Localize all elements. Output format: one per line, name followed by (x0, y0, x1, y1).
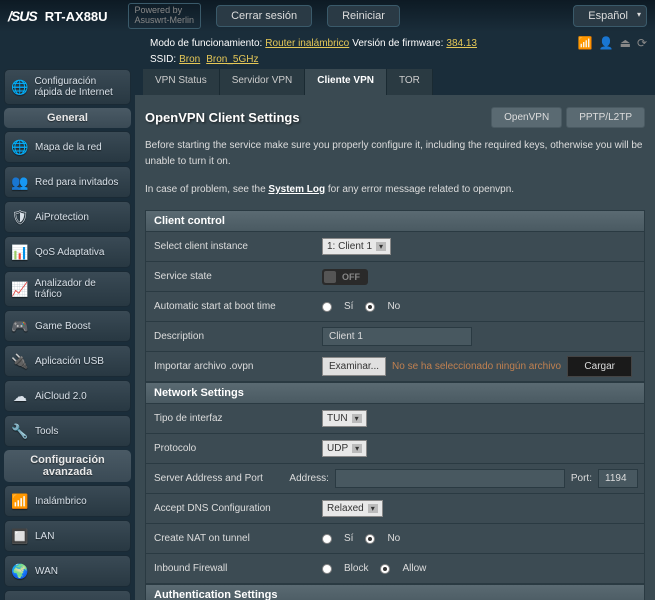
qos-icon: 📊 (11, 243, 29, 261)
sidebar-header-general: General (4, 108, 131, 128)
logout-button[interactable]: Cerrar sesión (216, 5, 312, 27)
tab-vpn-client[interactable]: Cliente VPN (305, 69, 387, 95)
sidebar-item-game[interactable]: 🎮Game Boost (4, 310, 131, 342)
label-description: Description (146, 325, 316, 348)
sidebar-quick-setup[interactable]: 🌐 Configuración rápida de Internet (4, 69, 131, 105)
label-autostart: Automatic start at boot time (146, 295, 316, 318)
sidebar-item-traffic[interactable]: 📈Analizador de tráfico (4, 271, 131, 307)
radio-autostart-no[interactable] (365, 302, 375, 312)
select-iface[interactable]: TUN▾ (322, 410, 367, 427)
language-select[interactable]: Español (573, 5, 647, 27)
sidebar-item-wireless[interactable]: 📶Inalámbrico (4, 485, 131, 517)
model-label: RT-AX88U (45, 9, 108, 24)
map-icon: 🌐 (11, 138, 29, 156)
label-address: Address: (289, 473, 328, 484)
sidebar: 🌐 Configuración rápida de Internet Gener… (0, 69, 135, 600)
sidebar-item-lan[interactable]: 🔲LAN (4, 520, 131, 552)
wireless-icon: 📶 (11, 492, 29, 510)
label-iface: Tipo de interfaz (146, 407, 316, 430)
radio-nat-yes[interactable] (322, 534, 332, 544)
ssid1[interactable]: Bron (179, 54, 200, 65)
sidebar-item-tools[interactable]: 🔧Tools (4, 415, 131, 447)
label-port: Port: (571, 473, 592, 484)
radio-fw-allow[interactable] (380, 564, 390, 574)
user-icon[interactable]: 👤 (599, 36, 614, 50)
label-instance: Select client instance (146, 235, 316, 258)
description-1: Before starting the service make sure yo… (145, 138, 645, 170)
page-title: OpenVPN Client Settings (145, 110, 300, 125)
input-address[interactable] (335, 469, 565, 488)
select-proto[interactable]: UDP▾ (322, 440, 367, 457)
browse-button[interactable]: Examinar... (322, 357, 386, 376)
select-dns[interactable]: Relaxed▾ (322, 500, 383, 517)
tab-tor[interactable]: TOR (387, 69, 433, 95)
sidebar-item-aicloud[interactable]: ☁AiCloud 2.0 (4, 380, 131, 412)
load-button[interactable]: Cargar (567, 356, 632, 377)
mode-label: Modo de funcionamiento: (150, 38, 262, 49)
traffic-icon: 📈 (11, 280, 29, 298)
globe-icon: 🌐 (11, 78, 28, 96)
section-auth: Authentication Settings (145, 584, 645, 600)
label-dns: Accept DNS Configuration (146, 497, 316, 520)
sidebar-item-aiprotection[interactable]: 🛡AiProtection (4, 201, 131, 233)
mode-pptp[interactable]: PPTP/L2TP (566, 107, 645, 128)
ssid-label: SSID: (150, 54, 176, 65)
powered-by: Powered byAsuswrt-Merlin (128, 3, 202, 29)
section-client-control: Client control (145, 210, 645, 232)
sidebar-item-qos[interactable]: 📊QoS Adaptativa (4, 236, 131, 268)
game-icon: 🎮 (11, 317, 29, 335)
mode-link[interactable]: Router inalámbrico (265, 38, 349, 49)
guest-icon: 👥 (11, 173, 29, 191)
sidebar-item-guest[interactable]: 👥Red para invitados (4, 166, 131, 198)
ssid2[interactable]: Bron_5GHz (206, 54, 258, 65)
input-description[interactable] (322, 327, 472, 346)
radio-fw-block[interactable] (322, 564, 332, 574)
label-nat: Create NAT on tunnel (146, 527, 316, 550)
sidebar-header-advanced: Configuración avanzada (4, 450, 131, 482)
tools-icon: 🔧 (11, 422, 29, 440)
sidebar-item-alexa[interactable]: ❋Alexa & IFTTT (4, 590, 131, 600)
select-instance[interactable]: 1: Client 1▾ (322, 238, 391, 255)
usb-app-icon: 🔌 (11, 352, 29, 370)
tab-vpn-status[interactable]: VPN Status (143, 69, 220, 95)
file-status: No se ha seleccionado ningún archivo (392, 361, 561, 372)
section-network: Network Settings (145, 382, 645, 404)
radio-autostart-yes[interactable] (322, 302, 332, 312)
tabs: VPN Status Servidor VPN Cliente VPN TOR (135, 69, 655, 95)
fw-label: Versión de firmware: (352, 38, 443, 49)
sidebar-item-network-map[interactable]: 🌐Mapa de la red (4, 131, 131, 163)
label-proto: Protocolo (146, 437, 316, 460)
label-import: Importar archivo .ovpn (146, 355, 316, 378)
tab-vpn-server[interactable]: Servidor VPN (220, 69, 306, 95)
brand-logo: /SUS (8, 8, 37, 24)
input-port[interactable] (598, 469, 638, 488)
sidebar-item-wan[interactable]: 🌍WAN (4, 555, 131, 587)
toggle-service-state[interactable]: OFF (322, 269, 368, 285)
wan-icon: 🌍 (11, 562, 29, 580)
radio-nat-no[interactable] (365, 534, 375, 544)
label-state: Service state (146, 265, 316, 288)
sidebar-item-usb[interactable]: 🔌Aplicación USB (4, 345, 131, 377)
reboot-button[interactable]: Reiniciar (327, 5, 400, 27)
reboot-icon[interactable]: ⟳ (637, 36, 647, 50)
wifi-icon[interactable]: 📶 (578, 36, 593, 50)
mode-openvpn[interactable]: OpenVPN (491, 107, 562, 128)
lan-icon: 🔲 (11, 527, 29, 545)
description-2: In case of problem, see the System Log f… (145, 182, 645, 198)
label-server: Server Address and Port (146, 467, 283, 490)
label-firewall: Inbound Firewall (146, 557, 316, 580)
shield-icon: 🛡 (11, 208, 29, 226)
usb-icon[interactable]: ⏏ (620, 36, 631, 50)
cloud-icon: ☁ (11, 387, 29, 405)
system-log-link[interactable]: System Log (268, 184, 325, 195)
fw-link[interactable]: 384.13 (446, 38, 477, 49)
